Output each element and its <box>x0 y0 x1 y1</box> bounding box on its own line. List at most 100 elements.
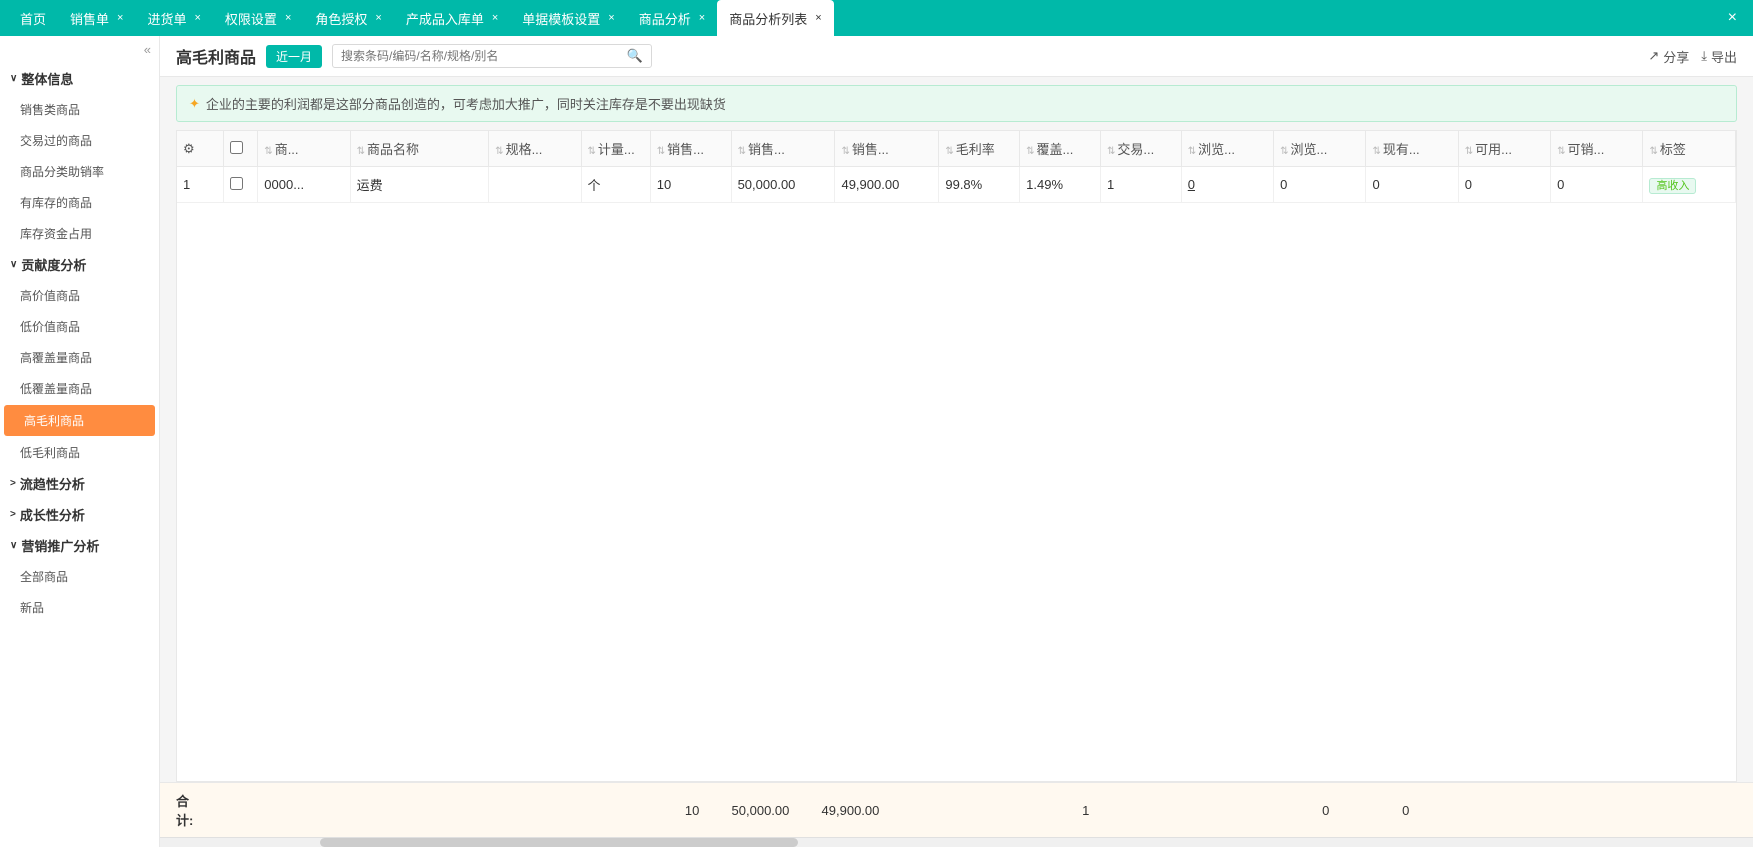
sort-icon: ⇅ <box>1557 146 1565 157</box>
info-icon: ✦ <box>189 96 200 112</box>
col-header-stock1[interactable]: ⇅现有... <box>1366 131 1458 167</box>
sidebar-item-低毛利商品[interactable]: 低毛利商品 <box>0 437 159 468</box>
nav-item-首页[interactable]: 首页 <box>8 0 58 36</box>
col-header-coverage[interactable]: ⇅覆盖... <box>1020 131 1101 167</box>
share-button[interactable]: ↗ 分享 <box>1648 47 1689 66</box>
row-checkbox[interactable] <box>230 177 243 190</box>
sidebar-group-label: 整体信息 <box>21 69 73 88</box>
nav-close-icon[interactable]: × <box>194 12 200 24</box>
col-header-check[interactable] <box>223 131 258 167</box>
sidebar-group-营销推广分析[interactable]: ∨ 营销推广分析 <box>0 530 159 561</box>
footer-cell-2 <box>295 803 375 818</box>
bottom-scrollbar[interactable] <box>160 837 1753 847</box>
sort-icon: ⇅ <box>945 146 953 157</box>
time-filter-button[interactable]: 近一月 <box>266 45 322 68</box>
nav-item-进货单[interactable]: 进货单 × <box>135 0 212 36</box>
nav-item-商品分析列表[interactable]: 商品分析列表 × <box>717 0 833 36</box>
sidebar-item-库存资金占用[interactable]: 库存资金占用 <box>0 218 159 249</box>
footer-cell-17 <box>1495 803 1575 818</box>
col-label-stock2: 可用... <box>1475 142 1512 157</box>
col-header-stock2[interactable]: ⇅可用... <box>1458 131 1550 167</box>
sidebar-group-整体信息[interactable]: ∨整体信息 <box>0 63 159 94</box>
sidebar-item-交易过的商品[interactable]: 交易过的商品 <box>0 125 159 156</box>
cell-unit: 个 <box>581 167 650 203</box>
col-label-stock3: 可销... <box>1568 142 1605 157</box>
sort-icon: ⇅ <box>1465 146 1473 157</box>
search-icon[interactable]: 🔍 <box>627 48 643 64</box>
footer-cell-7: 50,000.00 <box>705 803 795 818</box>
col-label-browse1: 浏览... <box>1198 142 1235 157</box>
col-header-name[interactable]: ⇅商品名称 <box>350 131 489 167</box>
col-header-browse2[interactable]: ⇅浏览... <box>1274 131 1366 167</box>
nav-item-销售单[interactable]: 销售单 × <box>58 0 135 36</box>
sidebar-item-新品[interactable]: 新品 <box>0 592 159 623</box>
nav-close-icon[interactable]: × <box>815 12 821 24</box>
sidebar-group-label: 营销推广分析 <box>21 536 99 555</box>
col-label-tag: 标签 <box>1660 142 1686 157</box>
sidebar-item-高覆盖量商品[interactable]: 高覆盖量商品 <box>0 342 159 373</box>
info-banner: ✦ 企业的主要的利润都是这部分商品创造的，可考虑加大推广，同时关注库存是不要出现… <box>176 85 1737 122</box>
col-header-num[interactable]: ⚙ <box>177 131 223 167</box>
search-input[interactable] <box>341 49 627 63</box>
nav-close-icon[interactable]: × <box>608 12 614 24</box>
data-table-wrapper: ⚙⇅商...⇅商品名称⇅规格...⇅计量...⇅销售...⇅销售...⇅销售..… <box>176 130 1737 782</box>
page-title: 高毛利商品 <box>176 44 256 68</box>
header-actions: ↗ 分享 ⤓ 导出 <box>1648 47 1737 66</box>
col-label-spec: 规格... <box>506 142 543 157</box>
sort-icon: ⇅ <box>264 146 272 157</box>
col-header-spec[interactable]: ⇅规格... <box>489 131 581 167</box>
nav-item-产成品入库单[interactable]: 产成品入库单 × <box>394 0 510 36</box>
select-all-checkbox[interactable] <box>230 141 243 154</box>
col-header-salesAmt[interactable]: ⇅销售... <box>731 131 835 167</box>
nav-close-icon[interactable]: × <box>117 12 123 24</box>
content-header: 高毛利商品 近一月 🔍 ↗ 分享 ⤓ 导出 <box>160 36 1753 77</box>
sidebar-item-高毛利商品[interactable]: 高毛利商品 <box>4 405 155 436</box>
nav-close-icon[interactable]: × <box>492 12 498 24</box>
col-header-code[interactable]: ⇅商... <box>258 131 350 167</box>
cell-browse1[interactable]: 0 <box>1181 167 1273 203</box>
cell-check <box>223 167 258 203</box>
col-header-trade[interactable]: ⇅交易... <box>1100 131 1181 167</box>
sort-icon: ⇅ <box>738 146 746 157</box>
nav-item-角色授权[interactable]: 角色授权 × <box>303 0 393 36</box>
sidebar-group-流趋性分析[interactable]: >流趋性分析 <box>0 468 159 499</box>
sort-icon: ⇅ <box>357 146 365 157</box>
col-header-tag[interactable]: ⇅标签 <box>1643 131 1736 167</box>
sidebar-group-arrow: ∨ <box>10 540 17 551</box>
sidebar-group-成长性分析[interactable]: >成长性分析 <box>0 499 159 530</box>
nav-item-商品分析[interactable]: 商品分析 × <box>627 0 717 36</box>
cell-num: 1 <box>177 167 223 203</box>
nav-item-权限设置[interactable]: 权限设置 × <box>213 0 303 36</box>
nav-close-icon[interactable]: × <box>285 12 291 24</box>
col-header-unit[interactable]: ⇅计量... <box>581 131 650 167</box>
sidebar-item-商品分类助销率[interactable]: 商品分类助销率 <box>0 156 159 187</box>
nav-close-icon[interactable]: × <box>699 12 705 24</box>
browse-link[interactable]: 0 <box>1188 177 1195 192</box>
sidebar-collapse-button[interactable]: « <box>0 36 159 63</box>
sidebar-item-低价值商品[interactable]: 低价值商品 <box>0 311 159 342</box>
sidebar-group-arrow: > <box>10 509 16 520</box>
col-header-profitRate[interactable]: ⇅毛利率 <box>939 131 1020 167</box>
sort-icon: ⇅ <box>1188 146 1196 157</box>
col-header-browse1[interactable]: ⇅浏览... <box>1181 131 1273 167</box>
sort-icon: ⇅ <box>1107 146 1115 157</box>
col-header-stock3[interactable]: ⇅可销... <box>1551 131 1643 167</box>
col-header-salesProfit[interactable]: ⇅销售... <box>835 131 939 167</box>
col-header-salesQty[interactable]: ⇅销售... <box>650 131 731 167</box>
sidebar-group-贡献度分析[interactable]: ∨贡献度分析 <box>0 249 159 280</box>
sidebar-item-全部商品[interactable]: 全部商品 <box>0 561 159 592</box>
gear-icon[interactable]: ⚙ <box>183 141 195 156</box>
sidebar-item-销售类商品[interactable]: 销售类商品 <box>0 94 159 125</box>
export-button[interactable]: ⤓ 导出 <box>1701 47 1737 66</box>
nav-close-icon[interactable]: × <box>375 12 381 24</box>
col-label-unit: 计量... <box>598 142 635 157</box>
footer-cell-9 <box>885 803 955 818</box>
nav-item-单据模板设置[interactable]: 单据模板设置 × <box>510 0 626 36</box>
sidebar-item-低覆盖量商品[interactable]: 低覆盖量商品 <box>0 373 159 404</box>
col-label-stock1: 现有... <box>1383 142 1420 157</box>
sort-icon: ⇅ <box>1372 146 1380 157</box>
col-label-name: 商品名称 <box>367 142 419 157</box>
sidebar-item-有库存的商品[interactable]: 有库存的商品 <box>0 187 159 218</box>
sidebar-item-高价值商品[interactable]: 高价值商品 <box>0 280 159 311</box>
window-close-button[interactable]: × <box>1720 9 1745 27</box>
